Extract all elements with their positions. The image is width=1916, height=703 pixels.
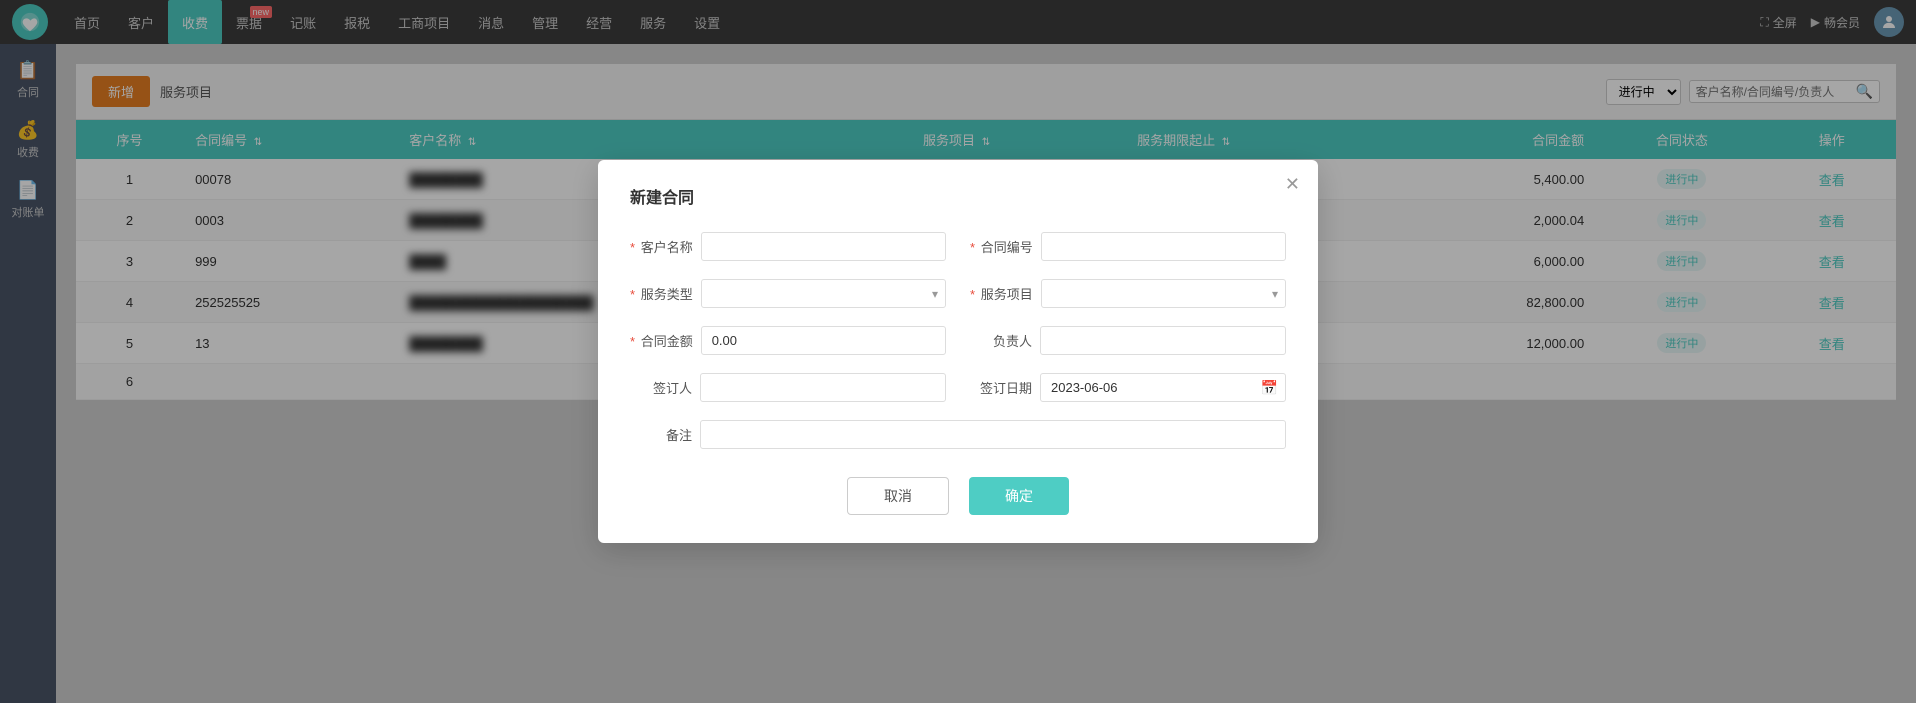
customer-name-input[interactable]: [701, 232, 946, 261]
modal-overlay: 新建合同 ✕ * 客户名称 * 合同编号: [56, 44, 1916, 703]
cancel-button[interactable]: 取消: [847, 477, 949, 515]
sign-date-label: 签订日期: [970, 378, 1032, 397]
owner-input[interactable]: [1040, 326, 1286, 355]
amount-label: * 合同金额: [630, 331, 693, 350]
main-layout: 📋 合同 💰 收费 📄 对账单 新增 服务项目 进行中 已完成 已终止: [0, 44, 1916, 703]
service-type-select[interactable]: [701, 279, 946, 308]
modal-title: 新建合同: [630, 184, 1286, 208]
new-contract-modal: 新建合同 ✕ * 客户名称 * 合同编号: [598, 160, 1318, 543]
contract-no-input[interactable]: [1041, 232, 1286, 261]
remark-input[interactable]: [700, 420, 1286, 449]
remark-group: 备注: [630, 420, 1286, 449]
signer-group: 签订人: [630, 373, 946, 402]
contract-no-group: * 合同编号: [970, 232, 1286, 261]
owner-label: 负责人: [970, 331, 1032, 350]
customer-required-star: *: [630, 240, 635, 255]
remark-label: 备注: [630, 425, 692, 444]
service-type-required-star: *: [630, 287, 635, 302]
sign-date-group: 签订日期 📅: [970, 373, 1286, 402]
confirm-button[interactable]: 确定: [969, 477, 1069, 515]
service-type-select-wrap: [701, 279, 946, 308]
service-project-label: * 服务项目: [970, 284, 1033, 303]
amount-input[interactable]: [701, 326, 946, 355]
main-content: 新增 服务项目 进行中 已完成 已终止 🔍: [56, 44, 1916, 703]
service-type-label: * 服务类型: [630, 284, 693, 303]
service-type-group: * 服务类型: [630, 279, 946, 308]
service-project-group: * 服务项目: [970, 279, 1286, 308]
amount-group: * 合同金额: [630, 326, 946, 355]
amount-required-star: *: [630, 334, 635, 349]
modal-close-button[interactable]: ✕: [1285, 174, 1300, 195]
customer-name-label: * 客户名称: [630, 237, 693, 256]
service-project-required-star: *: [970, 287, 975, 302]
customer-name-group: * 客户名称: [630, 232, 946, 261]
form-grid: * 客户名称 * 合同编号: [630, 232, 1286, 449]
service-project-select[interactable]: [1041, 279, 1286, 308]
service-project-select-wrap: [1041, 279, 1286, 308]
sign-date-input-wrap: 📅: [1040, 373, 1286, 402]
calendar-icon[interactable]: 📅: [1261, 379, 1278, 396]
modal-footer: 取消 确定: [630, 477, 1286, 515]
signer-input[interactable]: [700, 373, 946, 402]
sign-date-input[interactable]: [1040, 373, 1286, 402]
contract-no-required-star: *: [970, 240, 975, 255]
owner-group: 负责人: [970, 326, 1286, 355]
signer-label: 签订人: [630, 378, 692, 397]
contract-no-label: * 合同编号: [970, 237, 1033, 256]
